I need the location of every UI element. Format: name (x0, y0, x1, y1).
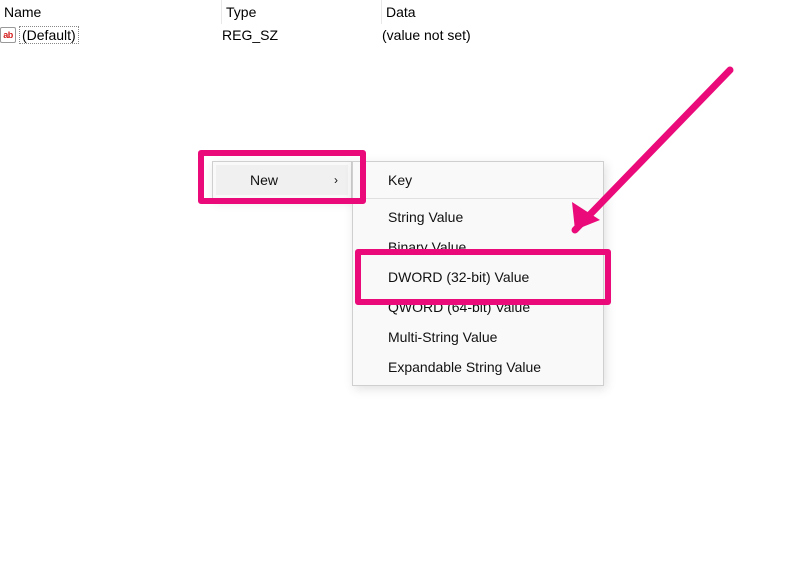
submenu-label-expandable: Expandable String Value (388, 359, 541, 375)
menu-label-new: New (250, 172, 278, 188)
submenu-item-dword[interactable]: DWORD (32-bit) Value (356, 262, 600, 292)
context-menu-item-new[interactable]: New › (216, 165, 348, 195)
value-row[interactable]: ab (Default) REG_SZ (value not set) (0, 24, 800, 46)
reg-string-icon: ab (0, 27, 16, 43)
submenu-label-key: Key (388, 172, 412, 188)
submenu-label-dword: DWORD (32-bit) Value (388, 269, 529, 285)
submenu-item-qword[interactable]: QWORD (64-bit) Value (356, 292, 600, 322)
chevron-right-icon: › (334, 173, 338, 187)
submenu-label-multistring: Multi-String Value (388, 329, 497, 345)
submenu-item-multistring[interactable]: Multi-String Value (356, 322, 600, 352)
menu-separator (357, 198, 599, 199)
value-data: (value not set) (382, 27, 800, 43)
submenu-item-expandable[interactable]: Expandable String Value (356, 352, 600, 382)
column-header-data[interactable]: Data (382, 0, 800, 24)
submenu-item-binary[interactable]: Binary Value (356, 232, 600, 262)
submenu-label-string: String Value (388, 209, 463, 225)
value-name: (Default) (19, 26, 79, 44)
submenu-item-key[interactable]: Key (356, 165, 600, 195)
value-type: REG_SZ (222, 27, 382, 43)
submenu-label-qword: QWORD (64-bit) Value (388, 299, 530, 315)
column-header-row: Name Type Data (0, 0, 800, 24)
column-header-name[interactable]: Name (0, 0, 222, 24)
submenu-item-string[interactable]: String Value (356, 202, 600, 232)
column-header-type[interactable]: Type (222, 0, 382, 24)
submenu-label-binary: Binary Value (388, 239, 466, 255)
context-menu: New › (212, 161, 352, 199)
context-submenu-new: Key String Value Binary Value DWORD (32-… (352, 161, 604, 386)
